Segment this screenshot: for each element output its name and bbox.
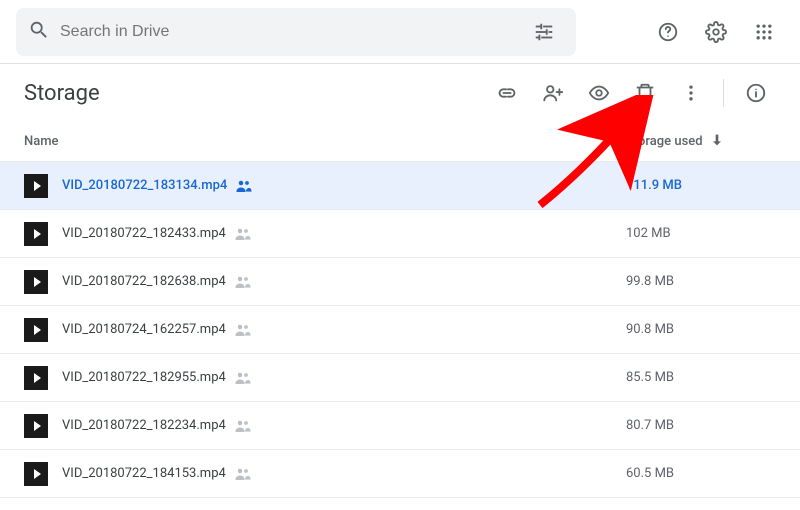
video-thumb-icon [24, 462, 48, 486]
file-size: 60.5 MB [626, 466, 776, 481]
more-options-icon[interactable] [671, 73, 711, 113]
shared-icon [234, 273, 252, 291]
action-icons [487, 73, 776, 113]
shared-icon [234, 321, 252, 339]
apps-icon[interactable] [744, 12, 784, 52]
page-title: Storage [24, 81, 100, 106]
shared-icon [234, 417, 252, 435]
file-name-label: VID_20180722_182638.mp4 [62, 274, 226, 289]
file-name-label: VID_20180722_182955.mp4 [62, 370, 226, 385]
delete-icon[interactable] [625, 73, 665, 113]
file-size: 80.7 MB [626, 418, 776, 433]
search-options-icon[interactable] [524, 12, 564, 52]
file-row[interactable]: VID_20180722_184153.mp4 60.5 MB [0, 450, 800, 498]
file-name-label: VID_20180722_182234.mp4 [62, 418, 226, 433]
video-thumb-icon [24, 222, 48, 246]
shared-icon [234, 225, 252, 243]
file-size: 102 MB [626, 226, 776, 241]
preview-icon[interactable] [579, 73, 619, 113]
video-thumb-icon [24, 414, 48, 438]
settings-icon[interactable] [696, 12, 736, 52]
column-storage-used[interactable]: Storage used [626, 132, 776, 152]
file-row[interactable]: VID_20180722_182234.mp4 80.7 MB [0, 402, 800, 450]
video-thumb-icon [24, 366, 48, 390]
list-header: Name Storage used [0, 122, 800, 162]
file-list: VID_20180722_183134.mp4 111.9 MB VID_201… [0, 162, 800, 498]
file-row[interactable]: VID_20180722_182638.mp4 99.8 MB [0, 258, 800, 306]
help-icon[interactable] [648, 12, 688, 52]
video-thumb-icon [24, 270, 48, 294]
file-size: 111.9 MB [626, 178, 776, 193]
file-name-label: VID_20180722_182433.mp4 [62, 226, 226, 241]
file-row[interactable]: VID_20180724_162257.mp4 90.8 MB [0, 306, 800, 354]
file-name-label: VID_20180724_162257.mp4 [62, 322, 226, 337]
file-name-label: VID_20180722_183134.mp4 [62, 178, 227, 193]
video-thumb-icon [24, 174, 48, 198]
file-size: 90.8 MB [626, 322, 776, 337]
sort-arrow-icon [709, 132, 725, 152]
file-size: 85.5 MB [626, 370, 776, 385]
file-row[interactable]: VID_20180722_183134.mp4 111.9 MB [0, 162, 800, 210]
search-input[interactable] [60, 23, 524, 41]
search-box[interactable] [16, 8, 576, 56]
file-name-label: VID_20180722_184153.mp4 [62, 466, 226, 481]
file-size: 99.8 MB [626, 274, 776, 289]
shared-icon [234, 369, 252, 387]
file-row[interactable]: VID_20180722_182955.mp4 85.5 MB [0, 354, 800, 402]
title-row: Storage [0, 64, 800, 122]
search-icon [28, 19, 50, 45]
shared-icon [235, 177, 253, 195]
top-bar [0, 0, 800, 64]
file-row[interactable]: VID_20180722_182433.mp4 102 MB [0, 210, 800, 258]
shared-icon [234, 465, 252, 483]
column-name[interactable]: Name [24, 134, 626, 149]
column-storage-used-label: Storage used [626, 134, 703, 149]
info-icon[interactable] [736, 73, 776, 113]
share-icon[interactable] [533, 73, 573, 113]
top-icons [648, 12, 784, 52]
get-link-icon[interactable] [487, 73, 527, 113]
divider [723, 79, 724, 107]
video-thumb-icon [24, 318, 48, 342]
